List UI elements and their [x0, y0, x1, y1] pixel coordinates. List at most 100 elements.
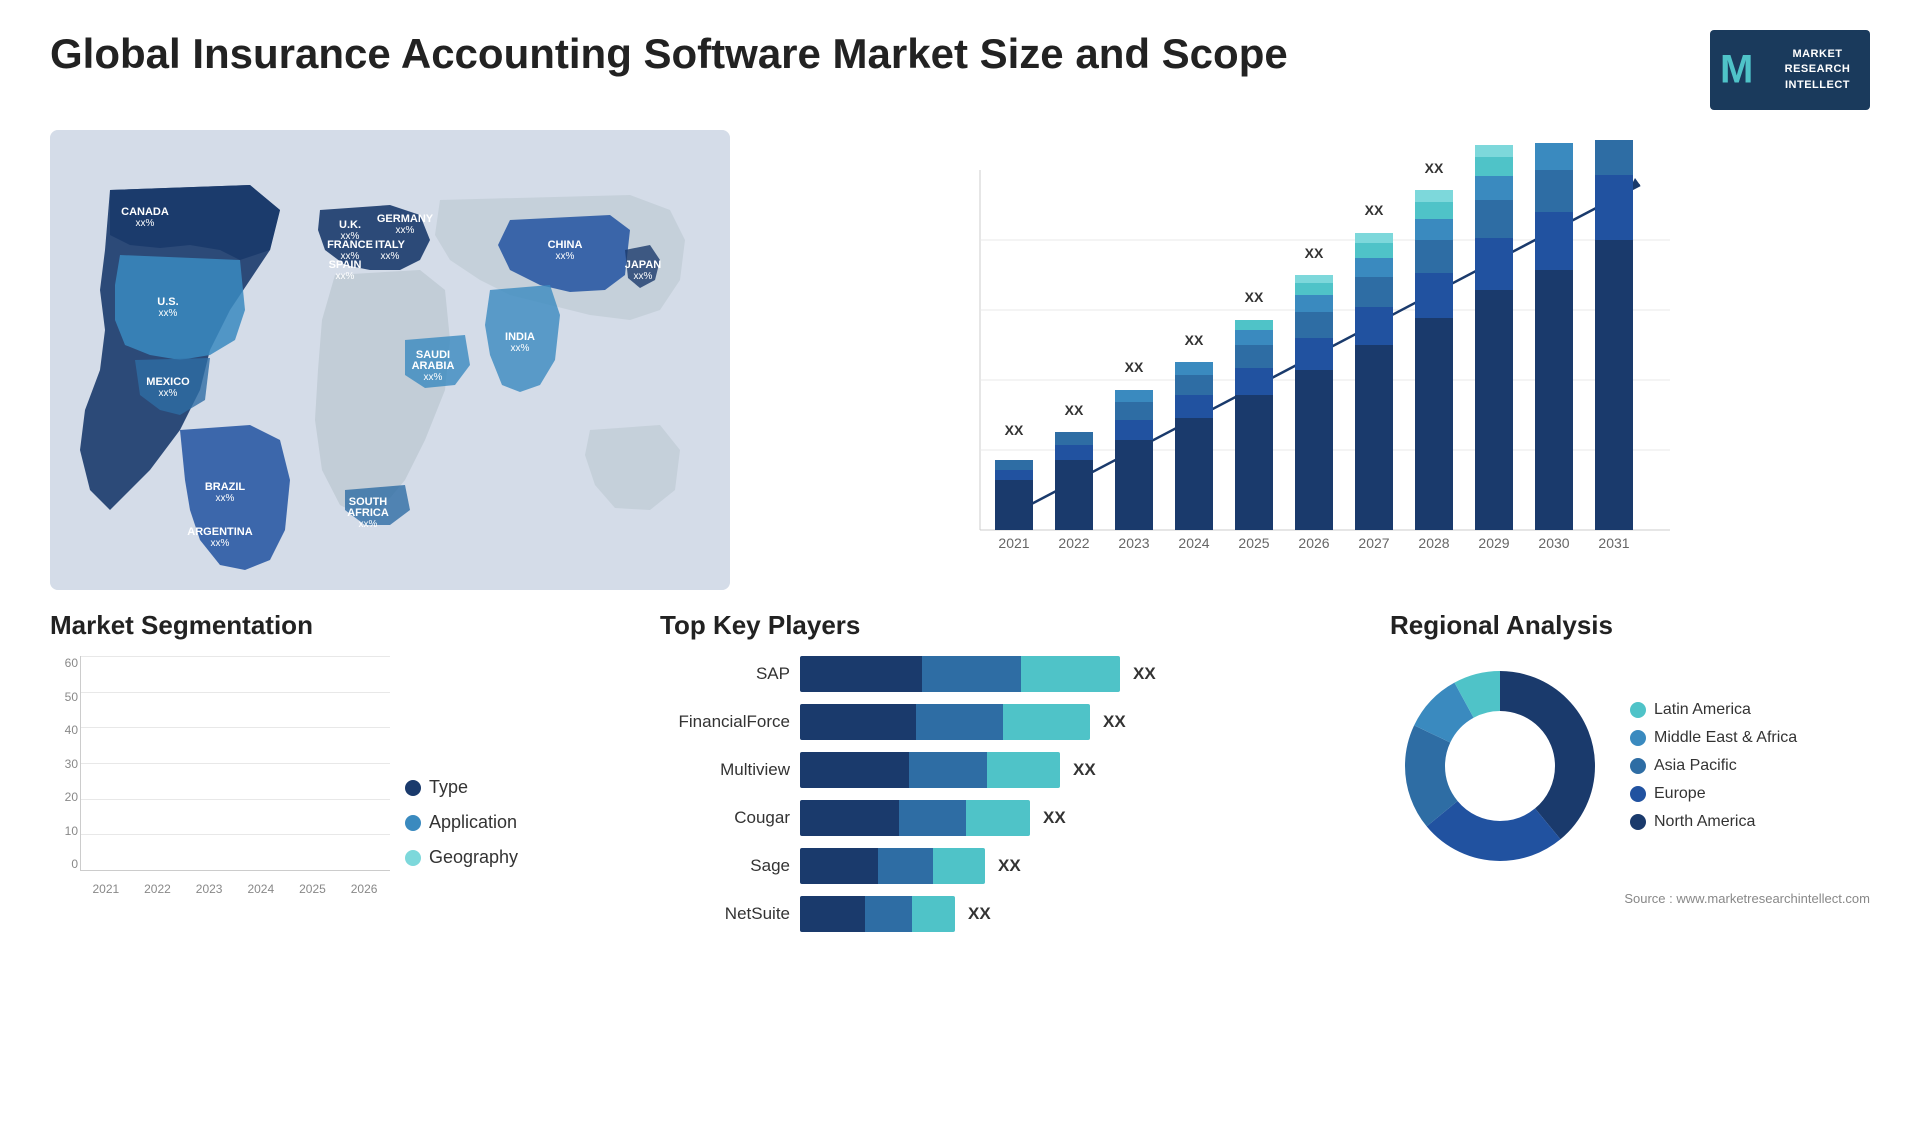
- label-mea: Middle East & Africa: [1654, 729, 1797, 747]
- svg-text:ARGENTINA: ARGENTINA: [187, 526, 252, 538]
- legend-geography: Geography: [405, 847, 518, 868]
- svg-text:2029: 2029: [1478, 535, 1509, 551]
- svg-text:xx%: xx%: [381, 251, 400, 262]
- svg-text:2024: 2024: [1178, 535, 1209, 551]
- page-title: Global Insurance Accounting Software Mar…: [50, 30, 1288, 78]
- svg-text:xx%: xx%: [336, 271, 355, 282]
- player-bar-container-ns: XX: [800, 896, 1360, 932]
- legend-dot-application: [405, 815, 421, 831]
- page-container: Global Insurance Accounting Software Mar…: [0, 0, 1920, 1146]
- legend-dot-geography: [405, 850, 421, 866]
- svg-text:2023: 2023: [1118, 535, 1149, 551]
- dot-mea: [1630, 730, 1646, 746]
- svg-text:xx%: xx%: [396, 225, 415, 236]
- player-bar-container-sap: XX: [800, 656, 1360, 692]
- svg-text:XX: XX: [1065, 402, 1084, 418]
- players-title: Top Key Players: [660, 610, 1360, 641]
- svg-text:xx%: xx%: [511, 343, 530, 354]
- svg-text:MEXICO: MEXICO: [146, 376, 190, 388]
- player-row-sage: Sage XX: [660, 848, 1360, 884]
- y-axis-20: 20: [65, 790, 78, 804]
- svg-text:AFRICA: AFRICA: [347, 507, 389, 519]
- legend-europe: Europe: [1630, 785, 1797, 803]
- seg-chart: 60 50 40 30 20 10 0: [50, 656, 390, 896]
- player-bar-sap: [800, 656, 1120, 692]
- player-bar-container-sage: XX: [800, 848, 1360, 884]
- player-value-cougar: XX: [1043, 808, 1066, 828]
- svg-text:xx%: xx%: [216, 493, 235, 504]
- label-latin: Latin America: [1654, 701, 1751, 719]
- segmentation-title: Market Segmentation: [50, 610, 630, 641]
- dot-europe: [1630, 786, 1646, 802]
- svg-text:SPAIN: SPAIN: [329, 259, 362, 271]
- svg-text:XX: XX: [1485, 140, 1504, 143]
- player-bar-cougar: [800, 800, 1030, 836]
- svg-text:xx%: xx%: [211, 538, 230, 549]
- regional-title: Regional Analysis: [1390, 610, 1870, 641]
- source-text: Source : www.marketresearchintellect.com: [1390, 891, 1870, 906]
- players-section: Top Key Players SAP XX: [660, 610, 1360, 932]
- svg-text:2022: 2022: [1058, 535, 1089, 551]
- x-label-2025: 2025: [299, 882, 326, 896]
- logo-box: M MARKETRESEARCHINTELLECT: [1710, 30, 1870, 110]
- growth-chart-svg: XX 2021 XX 2022 XX 2023: [770, 140, 1850, 580]
- svg-text:2021: 2021: [998, 535, 1029, 551]
- svg-text:CHINA: CHINA: [548, 239, 583, 251]
- svg-text:ITALY: ITALY: [375, 239, 406, 251]
- regional-section: Regional Analysis: [1390, 610, 1870, 906]
- svg-text:2031: 2031: [1598, 535, 1629, 551]
- svg-text:FRANCE: FRANCE: [327, 239, 373, 251]
- label-apac: Asia Pacific: [1654, 757, 1737, 775]
- svg-text:XX: XX: [1185, 332, 1204, 348]
- legend-latin: Latin America: [1630, 701, 1797, 719]
- svg-text:CANADA: CANADA: [121, 206, 169, 218]
- svg-text:2025: 2025: [1238, 535, 1269, 551]
- x-label-2023: 2023: [196, 882, 223, 896]
- svg-text:JAPAN: JAPAN: [625, 259, 662, 271]
- player-value-sap: XX: [1133, 664, 1156, 684]
- player-row-sap: SAP XX: [660, 656, 1360, 692]
- legend-mea: Middle East & Africa: [1630, 729, 1797, 747]
- header: Global Insurance Accounting Software Mar…: [50, 30, 1870, 110]
- legend-application: Application: [405, 812, 518, 833]
- legend-type: Type: [405, 777, 518, 798]
- player-bar-ff: [800, 704, 1090, 740]
- svg-text:xx%: xx%: [556, 251, 575, 262]
- player-row-mv: Multiview XX: [660, 752, 1360, 788]
- y-axis-50: 50: [65, 690, 78, 704]
- svg-text:XX: XX: [1005, 422, 1024, 438]
- svg-text:U.S.: U.S.: [157, 296, 178, 308]
- player-row-cougar: Cougar XX: [660, 800, 1360, 836]
- player-name-sage: Sage: [660, 856, 790, 876]
- logo-text: MARKETRESEARCHINTELLECT: [1785, 47, 1851, 93]
- dot-latin: [1630, 702, 1646, 718]
- player-name-sap: SAP: [660, 664, 790, 684]
- x-label-2026: 2026: [351, 882, 378, 896]
- player-value-ff: XX: [1103, 712, 1126, 732]
- logo-m-letter: M: [1720, 48, 1753, 93]
- player-bar-container-cougar: XX: [800, 800, 1360, 836]
- dot-apac: [1630, 758, 1646, 774]
- player-bar-mv: [800, 752, 1060, 788]
- y-axis-0: 0: [71, 857, 78, 871]
- label-na: North America: [1654, 813, 1755, 831]
- x-label-2024: 2024: [247, 882, 274, 896]
- legend-na: North America: [1630, 813, 1797, 831]
- svg-text:xx%: xx%: [136, 218, 155, 229]
- legend-label-geography: Geography: [429, 847, 518, 868]
- svg-text:2028: 2028: [1418, 535, 1449, 551]
- svg-text:xx%: xx%: [634, 271, 653, 282]
- player-value-ns: XX: [968, 904, 991, 924]
- svg-text:BRAZIL: BRAZIL: [205, 481, 246, 493]
- y-axis-40: 40: [65, 723, 78, 737]
- bottom-grid: Market Segmentation 60 50 40 30 20 10 0: [50, 610, 1870, 1106]
- svg-text:xx%: xx%: [159, 308, 178, 319]
- player-value-mv: XX: [1073, 760, 1096, 780]
- label-europe: Europe: [1654, 785, 1706, 803]
- svg-text:XX: XX: [1305, 245, 1324, 261]
- donut-svg: [1390, 656, 1610, 876]
- svg-text:U.K.: U.K.: [339, 219, 361, 231]
- svg-text:xx%: xx%: [159, 388, 178, 399]
- player-bar-ns: [800, 896, 955, 932]
- donut-chart: [1390, 656, 1610, 876]
